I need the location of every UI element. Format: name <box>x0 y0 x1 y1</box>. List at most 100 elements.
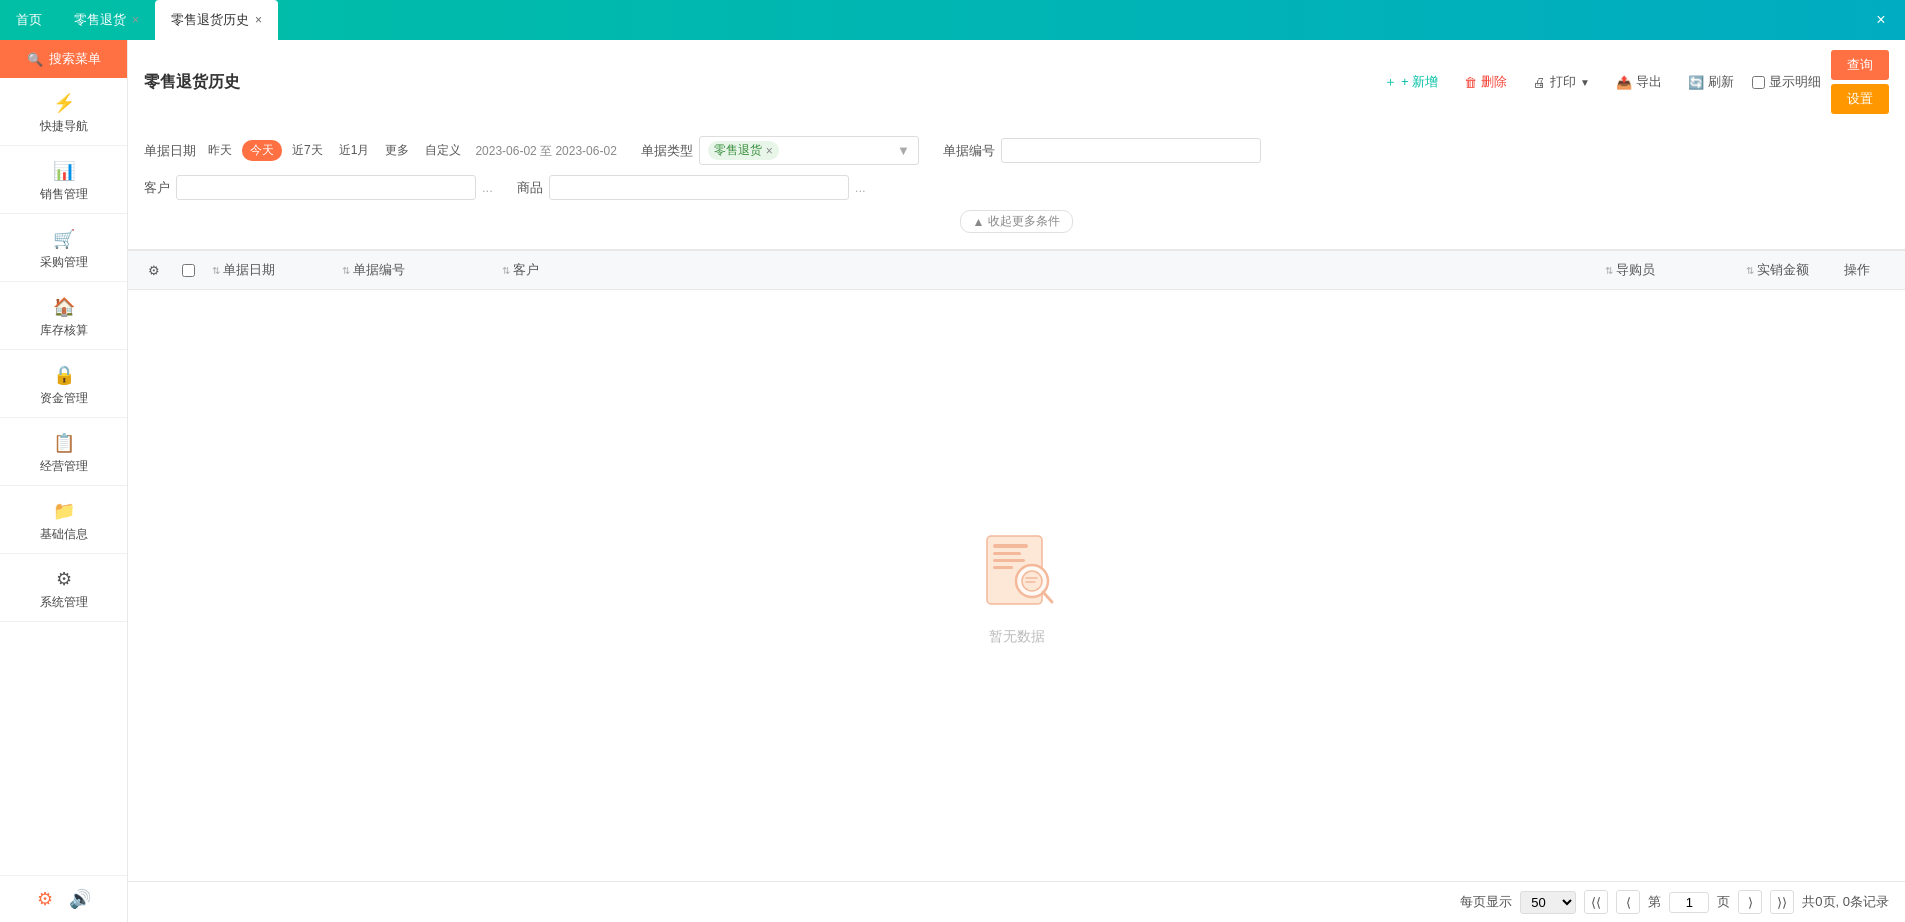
th-guide[interactable]: ⇅ 导购员 <box>1597 261 1717 279</box>
filter-area: 单据日期 昨天 今天 近7天 近1月 更多 自定义 2023-06-02 至 2… <box>144 126 1889 249</box>
goods-filter: 商品 ... <box>517 175 866 200</box>
svg-rect-3 <box>993 559 1025 562</box>
bill-type-label: 单据类型 <box>641 142 693 160</box>
last-page-btn[interactable]: ⟩⟩ <box>1770 890 1794 914</box>
export-button[interactable]: 📤 导出 <box>1608 69 1670 95</box>
settings-button[interactable]: 设置 <box>1831 84 1889 114</box>
bill-type-filter: 单据类型 零售退货 × ▼ <box>641 136 919 165</box>
refresh-button[interactable]: 🔄 刷新 <box>1680 69 1742 95</box>
empty-illustration <box>967 526 1067 616</box>
tab-retail-return-history[interactable]: 零售退货历史 × <box>155 0 278 40</box>
svg-rect-1 <box>993 544 1028 548</box>
volume-icon[interactable]: 🔊 <box>69 888 91 910</box>
sidebar-item-sales-mgmt-label: 销售管理 <box>40 186 88 203</box>
tab-retail-return-close[interactable]: × <box>132 13 139 27</box>
th-amount[interactable]: ⇅ 实销金额 <box>1717 261 1817 279</box>
bill-no-label: 单据编号 <box>943 142 995 160</box>
svg-rect-2 <box>993 552 1021 555</box>
system-mgmt-icon: ⚙ <box>56 568 72 590</box>
sidebar-item-inventory-label: 库存核算 <box>40 322 88 339</box>
refresh-button-label: 刷新 <box>1708 73 1734 91</box>
table-footer: 每页显示 10 20 50 100 ⟨⟨ ⟨ 第 页 ⟩ ⟩⟩ 共0页, 0条记… <box>128 881 1905 922</box>
new-button-label: + 新增 <box>1401 73 1438 91</box>
sidebar-search[interactable]: 🔍 搜索菜单 <box>0 40 127 78</box>
th-action-label: 操作 <box>1844 261 1870 279</box>
tab-retail-return[interactable]: 零售退货 × <box>58 0 155 40</box>
sidebar-item-system-mgmt[interactable]: ⚙ 系统管理 <box>0 554 127 622</box>
next-page-btn[interactable]: ⟩ <box>1738 890 1762 914</box>
purchase-mgmt-icon: 🛒 <box>53 228 75 250</box>
th-guide-label: 导购员 <box>1616 261 1655 279</box>
collapse-label: 收起更多条件 <box>988 213 1060 230</box>
sidebar-item-inventory[interactable]: 🏠 库存核算 <box>0 282 127 350</box>
sidebar-item-operations-label: 经营管理 <box>40 458 88 475</box>
content-area: 零售退货历史 ＋ + 新增 🗑 删除 🖨 打印 ▼ <box>128 40 1905 922</box>
sidebar-bottom: ⚙ 🔊 <box>0 875 127 922</box>
operations-icon: 📋 <box>53 432 75 454</box>
sort-amount-icon: ⇅ <box>1746 265 1754 276</box>
tab-retail-return-history-close[interactable]: × <box>255 13 262 27</box>
query-button[interactable]: 查询 <box>1831 50 1889 80</box>
today-btn[interactable]: 今天 <box>242 140 282 161</box>
select-all-checkbox[interactable] <box>182 264 195 277</box>
first-page-btn[interactable]: ⟨⟨ <box>1584 890 1608 914</box>
last7days-btn[interactable]: 近7天 <box>286 140 329 161</box>
collapse-button[interactable]: ▲ 收起更多条件 <box>960 210 1074 233</box>
bill-no-input[interactable] <box>1001 138 1261 163</box>
table-header: ⚙ ⇅ 单据日期 ⇅ 单据编号 ⇅ 客户 ⇅ <box>128 250 1905 290</box>
empty-state: 暂无数据 <box>128 290 1905 881</box>
new-button[interactable]: ＋ + 新增 <box>1376 69 1446 95</box>
th-action: 操作 <box>1817 261 1897 279</box>
more-btn[interactable]: 更多 <box>379 140 415 161</box>
goods-filter-label: 商品 <box>517 179 543 197</box>
th-customer[interactable]: ⇅ 客户 <box>494 261 1597 279</box>
delete-button[interactable]: 🗑 删除 <box>1456 69 1515 95</box>
svg-point-6 <box>1022 571 1042 591</box>
window-close-btn[interactable]: × <box>1873 12 1889 28</box>
prev-page-btn[interactable]: ⟨ <box>1616 890 1640 914</box>
sidebar-item-quick-nav[interactable]: ⚡ 快捷导航 <box>0 78 127 146</box>
page-label: 第 <box>1648 893 1661 911</box>
bill-type-select[interactable]: 零售退货 × ▼ <box>699 136 919 165</box>
customer-ellipsis[interactable]: ... <box>482 180 493 195</box>
th-check[interactable] <box>172 264 204 277</box>
sidebar-item-purchase-mgmt[interactable]: 🛒 采购管理 <box>0 214 127 282</box>
date-shortcuts: 昨天 今天 近7天 近1月 更多 自定义 <box>202 140 467 161</box>
customer-input[interactable] <box>176 175 476 200</box>
th-setting[interactable]: ⚙ <box>136 263 172 278</box>
filter-row-2: 客户 ... 商品 ... <box>144 175 1889 200</box>
quick-nav-icon: ⚡ <box>53 92 75 114</box>
date-filter: 单据日期 昨天 今天 近7天 近1月 更多 自定义 <box>144 140 467 161</box>
sort-up-icon: ⇅ <box>212 265 220 276</box>
sidebar-search-label: 搜索菜单 <box>49 50 101 68</box>
per-page-select[interactable]: 10 20 50 100 <box>1520 891 1576 914</box>
customer-filter-label: 客户 <box>144 179 170 197</box>
custom-btn[interactable]: 自定义 <box>419 140 467 161</box>
show-detail-input[interactable] <box>1752 76 1765 89</box>
show-detail-checkbox[interactable]: 显示明细 <box>1752 73 1821 91</box>
base-info-icon: 📁 <box>53 500 75 522</box>
th-billno[interactable]: ⇅ 单据编号 <box>334 261 494 279</box>
sidebar-item-base-info[interactable]: 📁 基础信息 <box>0 486 127 554</box>
sidebar-item-operations[interactable]: 📋 经营管理 <box>0 418 127 486</box>
goods-ellipsis[interactable]: ... <box>855 180 866 195</box>
page-header: 零售退货历史 ＋ + 新增 🗑 删除 🖨 打印 ▼ <box>128 40 1905 250</box>
last1month-btn[interactable]: 近1月 <box>333 140 376 161</box>
tab-home[interactable]: 首页 <box>0 0 58 40</box>
sidebar: 🔍 搜索菜单 ⚡ 快捷导航 📊 销售管理 🛒 采购管理 🏠 库存核算 🔒 资金管… <box>0 40 128 922</box>
svg-line-7 <box>1043 592 1052 602</box>
sort-customer-icon: ⇅ <box>502 265 510 276</box>
goods-input[interactable] <box>549 175 849 200</box>
sidebar-item-sales-mgmt[interactable]: 📊 销售管理 <box>0 146 127 214</box>
delete-icon: 🗑 <box>1464 75 1477 90</box>
yesterday-btn[interactable]: 昨天 <box>202 140 238 161</box>
sidebar-item-finance[interactable]: 🔒 资金管理 <box>0 350 127 418</box>
th-date[interactable]: ⇅ 单据日期 <box>204 261 334 279</box>
page-input[interactable] <box>1669 892 1709 913</box>
print-button[interactable]: 🖨 打印 ▼ <box>1525 69 1598 95</box>
bill-type-tag-remove[interactable]: × <box>766 144 773 158</box>
page-title: 零售退货历史 <box>144 72 240 93</box>
settings-icon[interactable]: ⚙ <box>37 888 53 910</box>
top-bar: 首页 零售退货 × 零售退货历史 × × <box>0 0 1905 40</box>
page-title-row: 零售退货历史 ＋ + 新增 🗑 删除 🖨 打印 ▼ <box>144 50 1889 114</box>
